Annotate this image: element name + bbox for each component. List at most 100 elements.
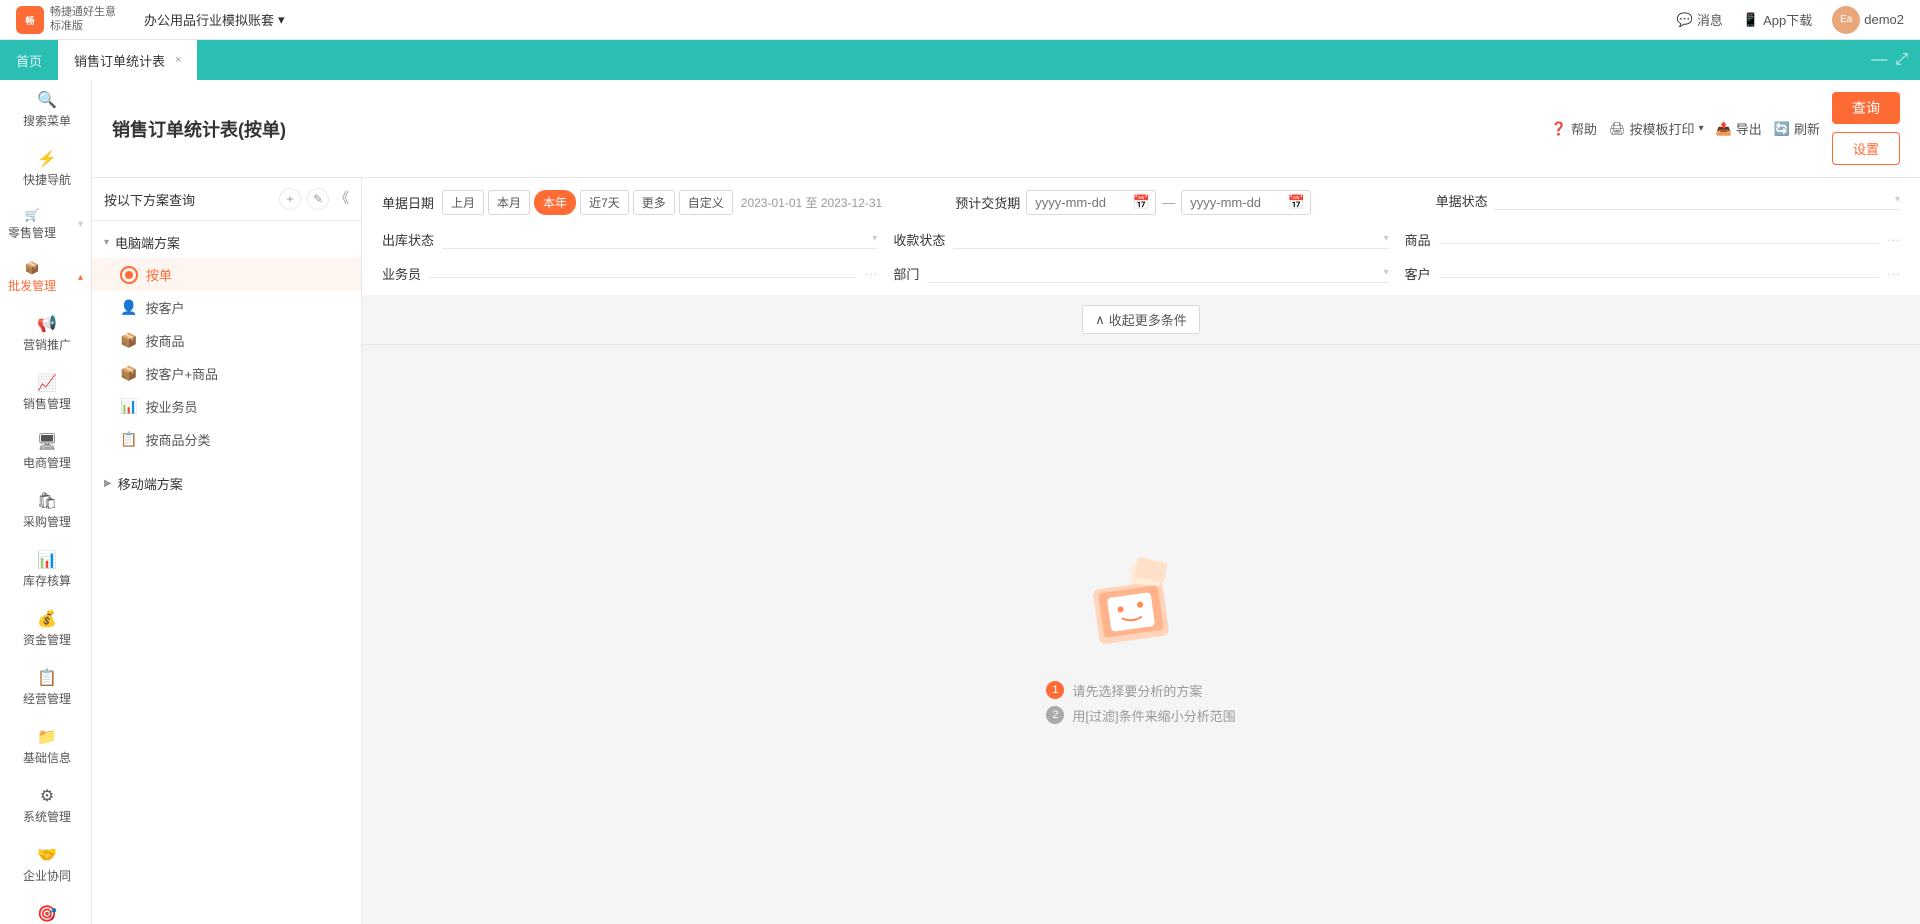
empty-hint-text-1: 请先选择要分析的方案 [1072,681,1202,700]
sidebar-item-marketing[interactable]: 📢 营销推广 [0,304,91,363]
app-download-button[interactable]: 📱 App下载 [1743,10,1812,29]
status-select[interactable]: ▾ [1494,190,1900,210]
refresh-button[interactable]: 🔄 刷新 [1774,119,1820,138]
calendar-start-icon: 📅 [1133,194,1150,211]
sidebar-label-finance: 资金管理 [23,631,71,648]
this-year-button[interactable]: 本年 [534,190,576,215]
message-button[interactable]: 💬 消息 [1677,10,1723,29]
wholesale-expand-icon: ▴ [78,272,83,283]
mobile-section-header[interactable]: ▶ 移动端方案 [92,468,361,499]
top-bar-left: 畅 畅捷通好生意 标准版 办公用品行业模拟账套 ▾ [16,6,285,34]
setting-button[interactable]: 设置 [1832,132,1900,165]
scheme-collapse-button[interactable]: 《 [335,188,349,210]
sidebar-item-wholesale[interactable]: 📦 批发管理 ▴ [0,251,91,304]
this-month-button[interactable]: 本月 [488,190,530,215]
date-separator: — [1162,195,1175,210]
search-icon: 🔍 [37,90,57,110]
custom-date-button[interactable]: 自定义 [679,190,733,215]
sidebar-item-search[interactable]: 🔍 搜索菜单 [0,80,91,139]
sidebar-item-purchase[interactable]: 🛍 采购管理 [0,481,91,540]
export-button[interactable]: 📤 导出 [1716,119,1762,138]
last-month-button[interactable]: 上月 [442,190,484,215]
scheme-item-by-order[interactable]: 按单 [92,258,361,291]
expected-date-end-wrap: 📅 [1181,190,1311,215]
scheme-item-by-product-category[interactable]: 📋 按商品分类 [92,423,361,456]
payment-status-select[interactable]: ▾ [953,229,1388,249]
scheme-item-label-by-product-category: 按商品分类 [145,430,210,449]
sidebar-item-retail[interactable]: 🛒 零售管理 ▾ [0,198,91,251]
sidebar-item-enterprise[interactable]: 🤝 企业协同 [0,835,91,894]
department-group: 部门 ▾ [893,263,1388,283]
salesperson-input [429,269,856,278]
user-avatar[interactable]: Ea demo2 [1832,6,1904,34]
by-order-icon [120,266,138,284]
tab-sales-order-stats[interactable]: 销售订单统计表 × [58,40,197,80]
newbie-icon: 🎯 [37,904,57,924]
top-bar-right: 💬 消息 📱 App下载 Ea demo2 [1677,6,1904,34]
collapse-button[interactable]: ∧ 收起更多条件 [1082,305,1200,334]
by-salesperson-icon: 📊 [120,398,137,415]
product-more-icon[interactable]: ··· [1887,232,1900,247]
date-buttons: 上月 本月 本年 近7天 更多 自定义 [442,190,733,215]
print-arrow-icon: ▾ [1699,123,1704,134]
status-label: 单据状态 [1436,191,1488,210]
hint-num-1: 1 [1046,681,1064,699]
tab-close-icon[interactable]: × [175,54,181,66]
query-button[interactable]: 查询 [1832,92,1900,124]
delivery-status-select[interactable]: ▾ [442,229,877,249]
product-input [1439,235,1879,244]
scheme-edit-button[interactable]: ✎ [307,188,329,210]
sales-icon: 📈 [37,373,57,393]
salesperson-more-icon[interactable]: ··· [864,266,877,281]
scheme-panel: 按以下方案查询 + ✎ 《 ▾ 电脑端方案 [92,178,362,924]
collapse-row: ∧ 收起更多条件 [362,295,1920,344]
sidebar-item-ecommerce[interactable]: 🖥 电商管理 [0,422,91,481]
status-select-arrow: ▾ [1895,194,1900,205]
pc-scheme-section: ▾ 电脑端方案 按单 👤 按客户 📦 [92,221,361,462]
sidebar-item-system[interactable]: ⚙ 系统管理 [0,776,91,835]
customer-more-icon[interactable]: ··· [1887,266,1900,281]
marketing-icon: 📢 [37,314,57,334]
scheme-item-by-product[interactable]: 📦 按商品 [92,324,361,357]
inventory-icon: 📊 [37,550,57,570]
sidebar-item-basic[interactable]: 📁 基础信息 [0,717,91,776]
scheme-header-text: 按以下方案查询 [104,190,195,209]
window-minimize-button[interactable]: — [1871,51,1887,69]
mobile-section-arrow: ▶ [104,478,112,489]
logo-icon: 畅 [16,6,44,34]
avatar: Ea [1832,6,1860,34]
window-maximize-button[interactable]: ⤢ [1895,51,1908,69]
customer-group: 客户 ··· [1405,263,1900,283]
empty-svg [1071,545,1211,665]
sidebar-label-quick-nav: 快捷导航 [23,171,71,188]
by-product-category-icon: 📋 [120,431,137,448]
expected-date-label: 预计交货期 [955,193,1020,212]
help-button[interactable]: ❓ 帮助 [1551,119,1597,138]
last-7-days-button[interactable]: 近7天 [580,190,629,215]
basic-icon: 📁 [37,727,57,747]
scheme-item-by-customer[interactable]: 👤 按客户 [92,291,361,324]
pc-section-header[interactable]: ▾ 电脑端方案 [92,227,361,258]
print-button[interactable]: 🖨 按模板打印 ▾ [1609,119,1704,138]
scheme-add-button[interactable]: + [279,188,301,210]
sidebar-item-finance[interactable]: 💰 资金管理 [0,599,91,658]
app-selector[interactable]: 办公用品行业模拟账套 ▾ [144,10,285,29]
collapse-up-icon: ∧ [1095,312,1105,328]
department-arrow: ▾ [1384,267,1389,278]
date-label: 单据日期 [382,193,434,212]
sidebar-item-sales[interactable]: 📈 销售管理 [0,363,91,422]
sidebar-item-inventory[interactable]: 📊 库存核算 [0,540,91,599]
sidebar-label-operation: 经营管理 [23,690,71,707]
by-customer-icon: 👤 [120,299,137,316]
sidebar-label-enterprise: 企业协同 [23,867,71,884]
sidebar-item-quick-nav[interactable]: ⚡ 快捷导航 [0,139,91,198]
tab-home[interactable]: 首页 [0,40,58,80]
sidebar-item-newbie[interactable]: 🎯 新手引导 [0,894,91,924]
more-date-button[interactable]: 更多 [633,190,675,215]
scheme-item-by-customer-product[interactable]: 📦 按客户+商品 [92,357,361,390]
department-select[interactable]: ▾ [927,263,1388,283]
scheme-header: 按以下方案查询 + ✎ 《 [92,178,361,221]
sidebar-item-operation[interactable]: 📋 经营管理 [0,658,91,717]
scheme-item-by-salesperson[interactable]: 📊 按业务员 [92,390,361,423]
filter-row-3: 业务员 ··· 部门 ▾ [382,263,1900,283]
